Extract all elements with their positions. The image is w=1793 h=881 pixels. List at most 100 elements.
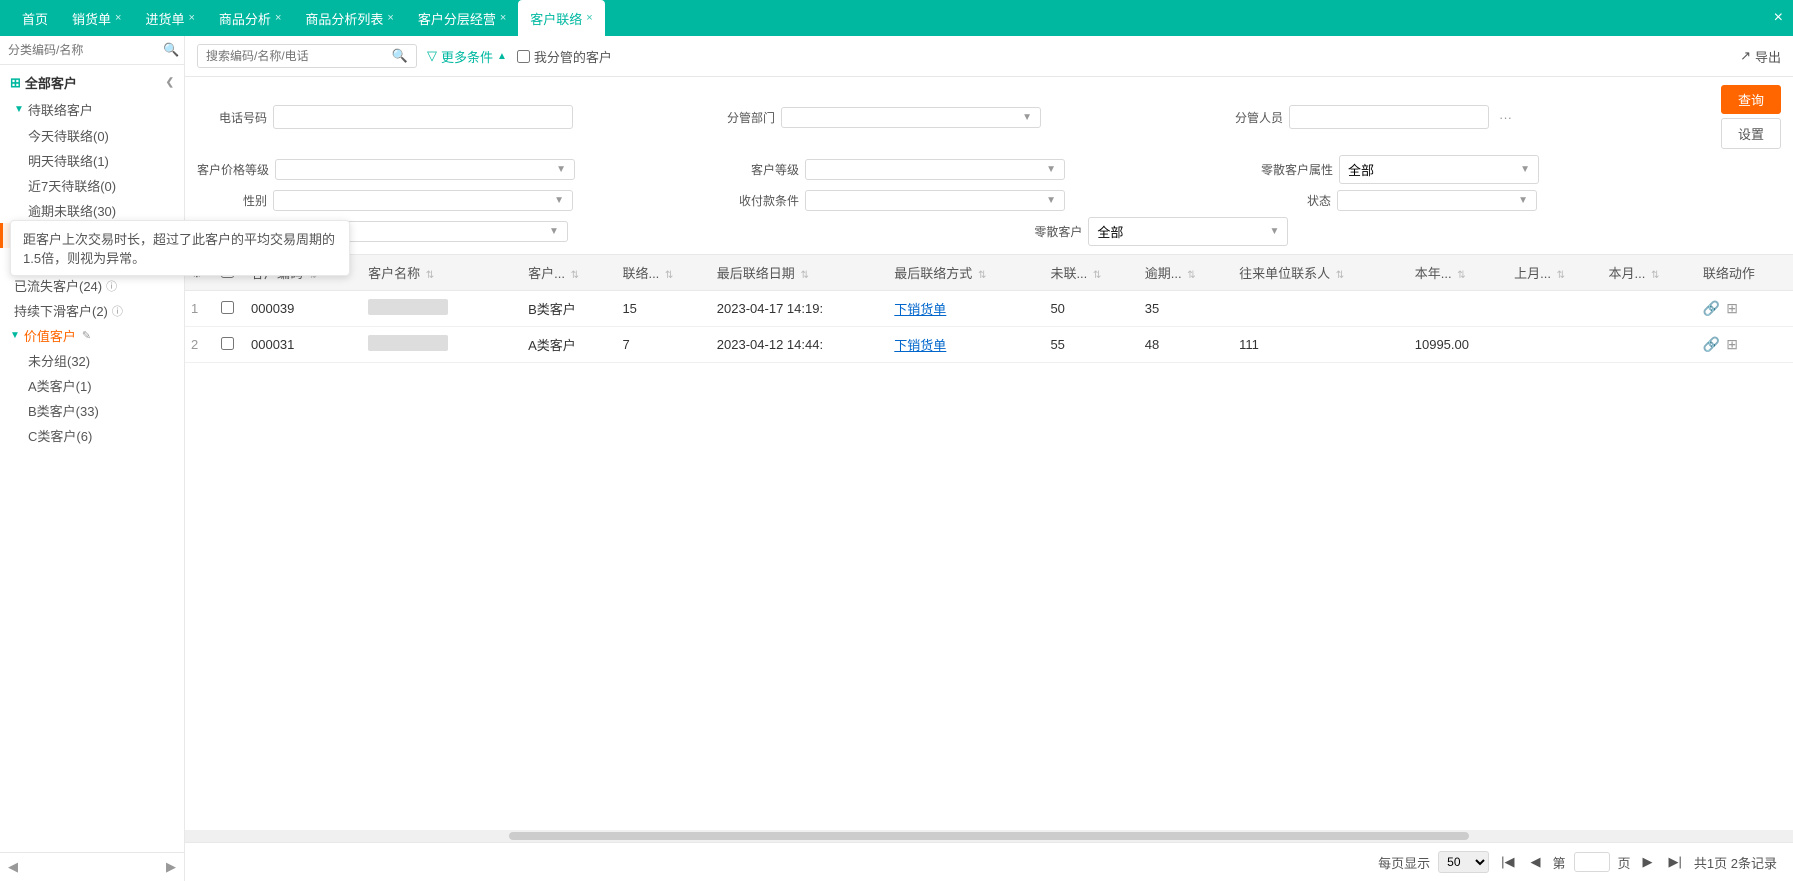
sidebar-item-class-a[interactable]: A类客户(1) bbox=[0, 373, 184, 398]
more-conditions-button[interactable]: ▽ 更多条件 ▲ bbox=[427, 47, 507, 66]
main-search-icon[interactable]: 🔍 bbox=[392, 48, 408, 64]
gender-select[interactable]: ▼ bbox=[273, 190, 573, 211]
more-action-icon[interactable]: ⊞ bbox=[1726, 300, 1738, 317]
sort-icon-this-month[interactable]: ⇅ bbox=[1651, 270, 1659, 281]
nav-item-purchase[interactable]: 进货单 × bbox=[133, 0, 206, 36]
filter-status: 状态 ▼ bbox=[1261, 190, 1781, 211]
nav-item-customer-contact[interactable]: 客户联络 × bbox=[518, 0, 604, 36]
prev-page-button[interactable]: ◀ bbox=[1527, 852, 1545, 872]
sidebar-item-class-b[interactable]: B类客户(33) bbox=[0, 398, 184, 423]
contact-action-icon[interactable]: 🔗 bbox=[1703, 336, 1720, 353]
manager-dots[interactable]: ··· bbox=[1495, 110, 1516, 125]
scroll-left-icon[interactable]: ◀ bbox=[8, 859, 18, 875]
last-page-button[interactable]: ▶| bbox=[1665, 852, 1686, 872]
row-action-cell: 🔗⊞ bbox=[1697, 327, 1793, 363]
nav-close-sales[interactable]: × bbox=[115, 12, 121, 24]
nav-item-product-analysis-list[interactable]: 商品分析列表 × bbox=[293, 0, 405, 36]
sidebar-item-tomorrow-contact[interactable]: 明天待联络(1) bbox=[0, 148, 184, 173]
page-size-select[interactable]: 50 20 100 200 bbox=[1438, 851, 1489, 873]
my-customers-checkbox[interactable]: 我分管的客户 bbox=[517, 47, 612, 66]
nav-close-purchase[interactable]: × bbox=[188, 12, 194, 24]
sidebar-item-ungrouped[interactable]: 未分组(32) bbox=[0, 348, 184, 373]
nav-item-customer-segment[interactable]: 客户分层经营 × bbox=[406, 0, 518, 36]
filter-gender: 性别 ▼ bbox=[197, 190, 717, 211]
customer-name[interactable] bbox=[368, 335, 448, 351]
contact-action-icon[interactable]: 🔗 bbox=[1703, 300, 1720, 317]
page-number-input[interactable]: 1 bbox=[1574, 852, 1610, 872]
query-button[interactable]: 查询 bbox=[1721, 85, 1781, 114]
sort-icon-this-year[interactable]: ⇅ bbox=[1457, 270, 1465, 281]
sort-icon-contact-count[interactable]: ⇅ bbox=[665, 270, 673, 281]
sort-icon-type[interactable]: ⇅ bbox=[571, 270, 579, 281]
nav-item-home[interactable]: 首页 bbox=[10, 0, 60, 36]
filter-row-1: 电话号码 分管部门 ▼ 分管人员 ··· 查询 设置 bbox=[197, 85, 1781, 149]
more-action-icon[interactable]: ⊞ bbox=[1726, 336, 1738, 353]
row-checkbox[interactable] bbox=[221, 301, 234, 314]
payment-select[interactable]: ▼ bbox=[805, 190, 1065, 211]
pending-contact-group[interactable]: ▼ 待联络客户 bbox=[0, 96, 184, 123]
main-search-input[interactable] bbox=[206, 49, 392, 63]
dept-select-arrow: ▼ bbox=[1022, 112, 1032, 123]
next-page-button[interactable]: ▶ bbox=[1639, 852, 1657, 872]
nav-close-product-analysis[interactable]: × bbox=[275, 12, 281, 24]
sidebar-collapse-icon[interactable]: ❮ bbox=[166, 77, 174, 88]
page-label: 第 bbox=[1553, 853, 1566, 872]
dept-select[interactable]: ▼ bbox=[781, 107, 1041, 128]
row-checkbox-cell[interactable] bbox=[215, 291, 245, 327]
first-page-button[interactable]: |◀ bbox=[1497, 852, 1518, 872]
my-customers-check[interactable] bbox=[517, 50, 530, 63]
hscroll-thumb[interactable] bbox=[509, 832, 1469, 840]
scroll-right-icon[interactable]: ▶ bbox=[166, 859, 176, 875]
sidebar-search-icon[interactable]: 🔍 bbox=[163, 42, 179, 58]
nav-close-product-analysis-list[interactable]: × bbox=[387, 12, 393, 24]
col-header-contact-person: 往来单位联系人 ⇅ bbox=[1233, 255, 1409, 291]
nav-item-product-analysis[interactable]: 商品分析 × bbox=[207, 0, 293, 36]
edit-group-icon[interactable]: ✎ bbox=[82, 329, 91, 342]
row-checkbox-cell[interactable] bbox=[215, 327, 245, 363]
filter-area: 电话号码 分管部门 ▼ 分管人员 ··· 查询 设置 bbox=[185, 77, 1793, 255]
sort-icon-last-date[interactable]: ⇅ bbox=[800, 270, 808, 281]
nav-item-sales[interactable]: 销货单 × bbox=[60, 0, 133, 36]
sidebar-item-churned[interactable]: 已流失客户(24) ⓘ bbox=[0, 273, 184, 298]
row-checkbox[interactable] bbox=[221, 337, 234, 350]
export-button[interactable]: ↗ 导出 bbox=[1740, 47, 1781, 66]
sidebar: 🔍 ⊞ 全部客户 ❮ ▼ 待联络客户 今天待联络(0) 明天待联络(1) 近7天… bbox=[0, 36, 185, 881]
sidebar-item-declining[interactable]: 持续下滑客户(2) ⓘ bbox=[0, 298, 184, 323]
sidebar-item-today-contact[interactable]: 今天待联络(0) bbox=[0, 123, 184, 148]
sort-icon-last-method[interactable]: ⇅ bbox=[978, 270, 986, 281]
status-select[interactable]: ▼ bbox=[1337, 190, 1537, 211]
sort-icon-overdue[interactable]: ⇅ bbox=[1187, 270, 1195, 281]
total-records-label: 共1页 2条记录 bbox=[1694, 853, 1777, 872]
sort-icon-contact-person[interactable]: ⇅ bbox=[1336, 270, 1344, 281]
not-contacted-days: 50 bbox=[1050, 301, 1064, 316]
sort-icon-last-month[interactable]: ⇅ bbox=[1557, 270, 1565, 281]
sidebar-search-input[interactable] bbox=[8, 43, 163, 57]
col-header-name: 客户名称 ⇅ bbox=[362, 255, 522, 291]
filter-row-4: ... 客户类型 ▼ 零散客户 全部 ▼ bbox=[197, 217, 1781, 246]
row-code-cell: 000039 bbox=[245, 291, 362, 327]
settings-button[interactable]: 设置 bbox=[1721, 118, 1781, 149]
horizontal-scrollbar[interactable] bbox=[185, 830, 1793, 842]
search-bar: 🔍 ▽ 更多条件 ▲ 我分管的客户 ↗ 导出 bbox=[185, 36, 1793, 77]
price-level-select[interactable]: ▼ bbox=[275, 159, 575, 180]
row-contact-count-cell: 7 bbox=[616, 327, 710, 363]
phone-input[interactable] bbox=[273, 105, 573, 129]
window-close-button[interactable]: × bbox=[1774, 9, 1783, 27]
sort-icon-not-contacted[interactable]: ⇅ bbox=[1093, 270, 1101, 281]
nav-close-customer-segment[interactable]: × bbox=[500, 12, 506, 24]
customer-value-group[interactable]: ▼ 价值客户 ✎ bbox=[0, 323, 184, 348]
row-last-method-cell: 下销货单 bbox=[888, 291, 1044, 327]
customer-code: 000039 bbox=[251, 301, 294, 316]
sidebar-item-7day-contact[interactable]: 近7天待联络(0) bbox=[0, 173, 184, 198]
nav-close-customer-contact[interactable]: × bbox=[586, 12, 592, 24]
retail-attr-select[interactable]: 全部 ▼ bbox=[1339, 155, 1539, 184]
all-customers-section[interactable]: ⊞ 全部客户 ❮ bbox=[0, 69, 184, 96]
last-contact-method[interactable]: 下销货单 bbox=[894, 338, 946, 353]
customer-name[interactable] bbox=[368, 299, 448, 315]
sort-icon-name[interactable]: ⇅ bbox=[426, 270, 434, 281]
customer-level-select[interactable]: ▼ bbox=[805, 159, 1065, 180]
manager-input[interactable] bbox=[1289, 105, 1489, 129]
retail-customer-select[interactable]: 全部 ▼ bbox=[1088, 217, 1288, 246]
sidebar-item-class-c[interactable]: C类客户(6) bbox=[0, 423, 184, 448]
last-contact-method[interactable]: 下销货单 bbox=[894, 302, 946, 317]
